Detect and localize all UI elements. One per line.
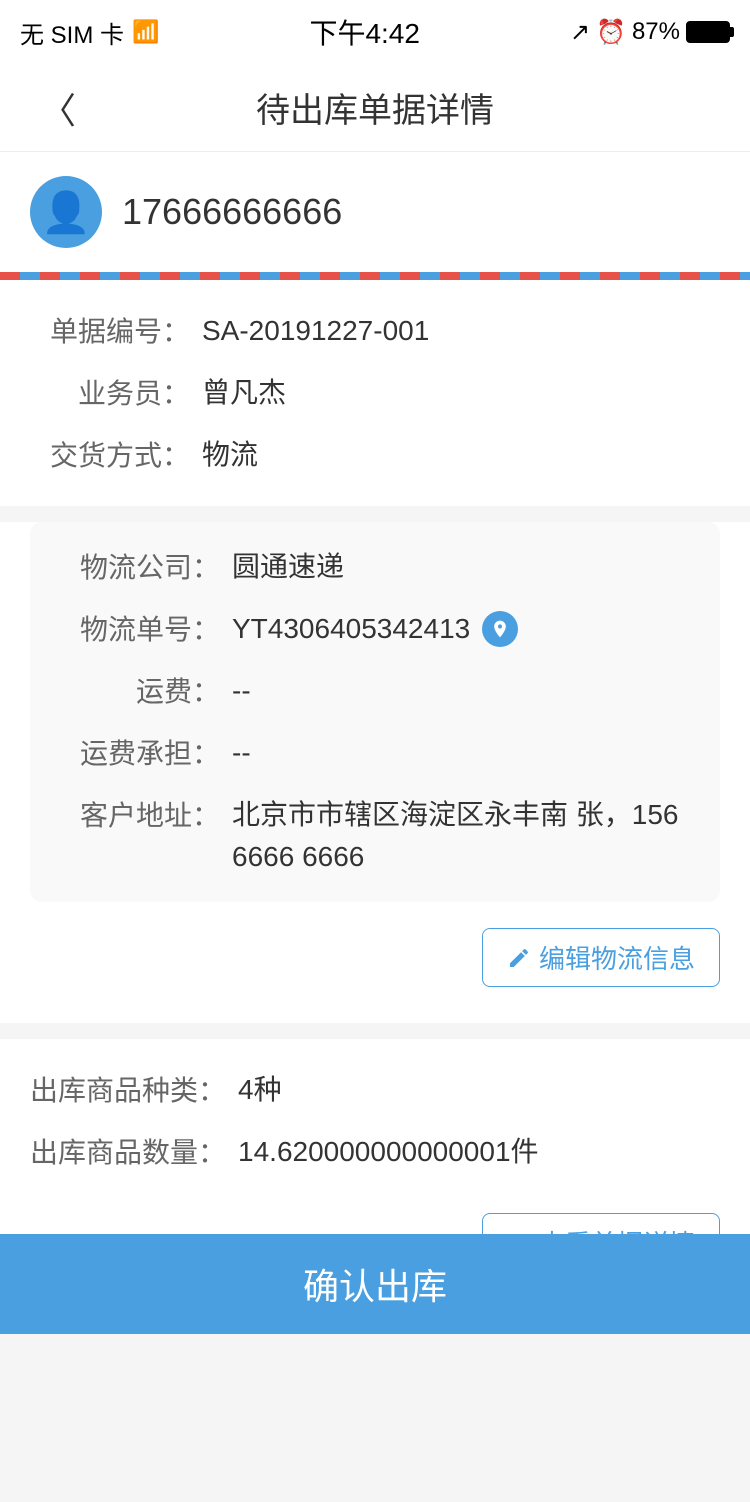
logistics-card: 物流公司： 圆通速递 物流单号： YT4306405342413 运费： -- … [30,522,720,902]
status-right: ↗ ⏰ 87% [570,18,730,47]
goods-types-label: 出库商品种类： [30,1069,226,1109]
logistics-section: 物流公司： 圆通速递 物流单号： YT4306405342413 运费： -- … [0,522,750,1023]
back-button[interactable]: 〈 [30,72,86,144]
order-no-value: SA-20191227-001 [202,310,720,352]
order-no-label: 单据编号： [30,310,190,350]
battery-percent: 87% [632,18,680,46]
logistics-address-label: 客户地址： [60,794,220,834]
section-separator [0,1023,750,1039]
logistics-freight-row: 运费： -- [60,670,690,712]
tracking-location-icon[interactable] [482,611,518,647]
customer-phone: 17666666666 [122,191,342,233]
salesperson-label: 业务员： [30,372,190,412]
salesperson-value: 曾凡杰 [202,372,720,414]
logistics-freight-bearer-row: 运费承担： -- [60,732,690,774]
order-no-row: 单据编号： SA-20191227-001 [30,310,720,352]
carrier-label: 无 SIM 卡 [20,15,124,50]
logistics-tracking-row: 物流单号： YT4306405342413 [60,608,690,650]
avatar: 👤 [30,176,102,248]
order-info-section: 单据编号： SA-20191227-001 业务员： 曾凡杰 交货方式： 物流 [0,280,750,506]
goods-types-value: 4种 [238,1069,720,1111]
confirm-outbound-button[interactable]: 确认出库 [0,1234,750,1334]
logistics-tracking-label: 物流单号： [60,608,220,648]
status-left: 无 SIM 卡 📶 [20,15,159,50]
delivery-row: 交货方式： 物流 [30,434,720,476]
logistics-company-value: 圆通速递 [232,546,690,588]
edit-btn-container: 编辑物流信息 [0,918,750,1007]
goods-types-row: 出库商品种类： 4种 [30,1069,720,1111]
logistics-company-row: 物流公司： 圆通速递 [60,546,690,588]
page-title: 待出库单据详情 [256,83,494,132]
logistics-freight-bearer-label: 运费承担： [60,732,220,772]
nav-bar: 〈 待出库单据详情 [0,64,750,152]
confirm-outbound-label: 确认出库 [303,1258,447,1310]
logistics-freight-value: -- [232,670,690,712]
delivery-label: 交货方式： [30,434,190,474]
alarm-icon: ⏰ [596,18,626,47]
status-time: 下午4:42 [309,12,420,52]
customer-section: 👤 17666666666 [0,152,750,272]
location-status-icon: ↗ [570,18,590,47]
wifi-icon: 📶 [132,19,159,45]
logistics-address-row: 客户地址： 北京市市辖区海淀区永丰南 张，156 6666 6666 [60,794,690,878]
dashed-divider [0,272,750,280]
delivery-value: 物流 [202,434,720,476]
avatar-icon: 👤 [41,189,91,236]
logistics-freight-label: 运费： [60,670,220,710]
edit-logistics-button[interactable]: 编辑物流信息 [482,928,720,987]
logistics-tracking-value: YT4306405342413 [232,608,690,650]
logistics-address-value: 北京市市辖区海淀区永丰南 张，156 6666 6666 [232,794,690,878]
logistics-freight-bearer-value: -- [232,732,690,774]
goods-qty-row: 出库商品数量： 14.620000000000001件 [30,1131,720,1173]
goods-qty-value: 14.620000000000001件 [238,1131,720,1173]
status-bar: 无 SIM 卡 📶 下午4:42 ↗ ⏰ 87% [0,0,750,64]
salesperson-row: 业务员： 曾凡杰 [30,372,720,414]
battery-icon [686,21,730,43]
goods-qty-label: 出库商品数量： [30,1131,226,1171]
edit-logistics-label: 编辑物流信息 [539,939,695,976]
logistics-company-label: 物流公司： [60,546,220,586]
